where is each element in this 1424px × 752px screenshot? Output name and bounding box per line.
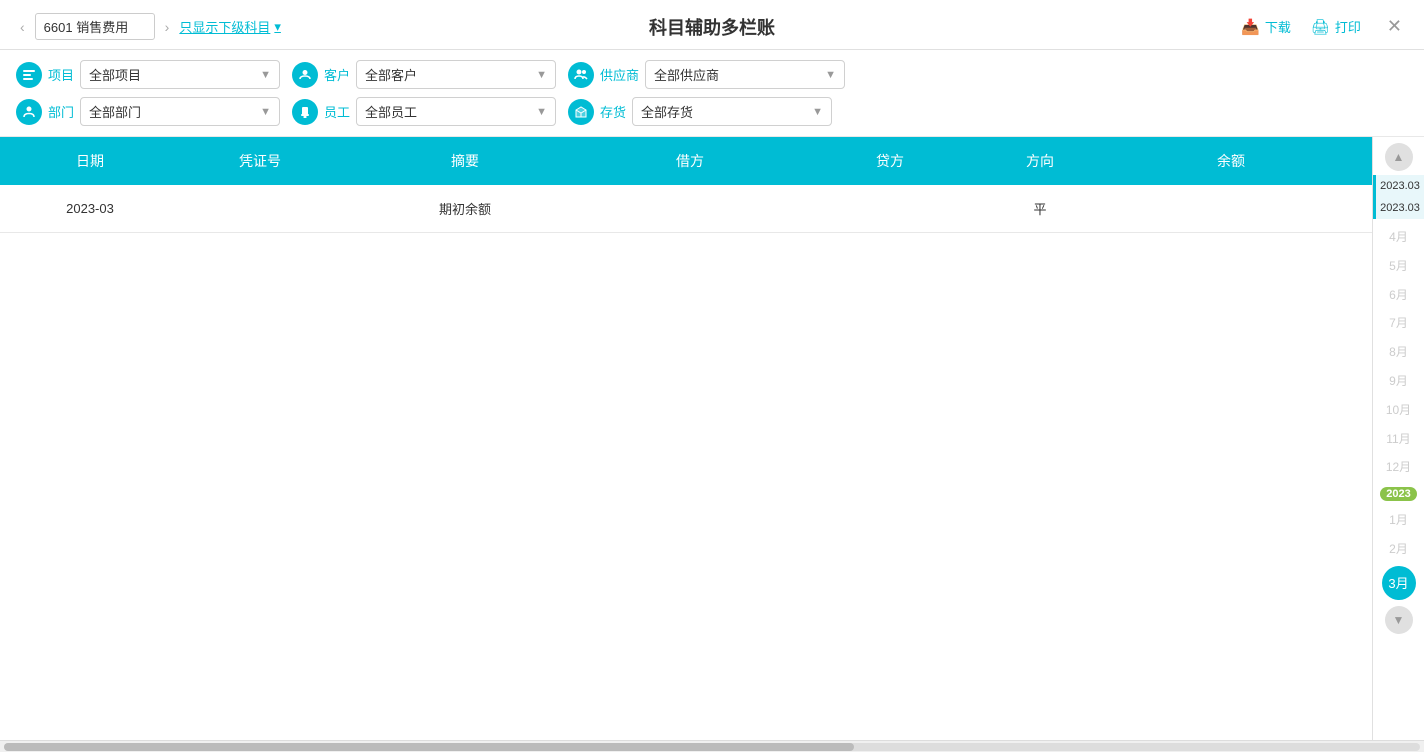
sidebar-month-1[interactable]: 1月 xyxy=(1373,506,1424,535)
download-button[interactable]: 📥 下载 xyxy=(1241,17,1291,36)
col-header-debit: 借方 xyxy=(590,137,790,185)
customer-label: 客户 xyxy=(324,65,350,84)
table-row: 2023-03 期初余额 平 xyxy=(0,185,1372,233)
filter-area: 项目 全部项目 ▼ 客户 全部客户 ▼ xyxy=(0,50,1424,137)
cell-date: 2023-03 xyxy=(0,185,180,233)
employee-label: 员工 xyxy=(324,102,350,121)
sidebar-month-4[interactable]: 4月 xyxy=(1373,223,1424,252)
customer-icon xyxy=(292,62,318,88)
col-header-balance: 余额 xyxy=(1090,137,1372,185)
cell-balance xyxy=(1090,185,1372,233)
chevron-down-icon: ▼ xyxy=(260,106,271,118)
col-header-credit: 贷方 xyxy=(790,137,990,185)
project-icon xyxy=(16,62,42,88)
filter-department: 部门 全部部门 ▼ xyxy=(16,97,280,126)
sidebar-period-1[interactable]: 2023.03 xyxy=(1373,175,1424,197)
horizontal-scrollbar[interactable] xyxy=(0,740,1424,752)
supplier-select[interactable]: 全部供应商 ▼ xyxy=(645,60,845,89)
filter-row-1: 项目 全部项目 ▼ 客户 全部客户 ▼ xyxy=(16,60,1408,89)
filter-customer: 客户 全部客户 ▼ xyxy=(292,60,556,89)
supplier-label: 供应商 xyxy=(600,65,639,84)
filter-supplier: 供应商 全部供应商 ▼ xyxy=(568,60,845,89)
sidebar-period-2[interactable]: 2023.03 xyxy=(1373,197,1424,219)
inventory-select[interactable]: 全部存货 ▼ xyxy=(632,97,832,126)
title-actions: 📥 下载 🖨 打印 ✕ xyxy=(1241,14,1408,39)
employee-icon xyxy=(292,99,318,125)
sidebar-down-arrow[interactable]: ▼ xyxy=(1385,606,1413,634)
col-header-summary: 摘要 xyxy=(340,137,590,185)
scroll-thumb[interactable] xyxy=(4,743,854,751)
cell-debit xyxy=(590,185,790,233)
sidebar-month-3-active[interactable]: 3月 xyxy=(1382,566,1416,600)
department-select[interactable]: 全部部门 ▼ xyxy=(80,97,280,126)
close-button[interactable]: ✕ xyxy=(1381,14,1408,39)
col-header-date: 日期 xyxy=(0,137,180,185)
chevron-down-icon: ▼ xyxy=(260,69,271,81)
main-window: ‹ 6601 销售费用 › 只显示下级科目 ▾ 科目辅助多栏账 📥 下载 🖨 打… xyxy=(0,0,1424,752)
page-title: 科目辅助多栏账 xyxy=(649,14,775,40)
col-header-direction: 方向 xyxy=(990,137,1090,185)
inventory-label: 存货 xyxy=(600,102,626,121)
title-bar: ‹ 6601 销售费用 › 只显示下级科目 ▾ 科目辅助多栏账 📥 下载 🖨 打… xyxy=(0,0,1424,50)
inventory-icon xyxy=(568,99,594,125)
account-code[interactable]: 6601 销售费用 xyxy=(35,13,155,40)
right-sidebar: ▲ 2023.03 2023.03 4月 5月 6月 7月 8月 9月 10月 … xyxy=(1372,137,1424,740)
table-header-row: 日期 凭证号 摘要 借方 贷方 方向 余额 xyxy=(0,137,1372,185)
supplier-icon xyxy=(568,62,594,88)
ledger-table: 日期 凭证号 摘要 借方 贷方 方向 余额 2023-03 期初余额 平 xyxy=(0,137,1372,233)
sidebar-month-7[interactable]: 7月 xyxy=(1373,309,1424,338)
table-container: 日期 凭证号 摘要 借方 贷方 方向 余额 2023-03 期初余额 平 ▲ xyxy=(0,137,1424,740)
main-table-area: 日期 凭证号 摘要 借方 贷方 方向 余额 2023-03 期初余额 平 xyxy=(0,137,1372,740)
sidebar-month-8[interactable]: 8月 xyxy=(1373,338,1424,367)
col-header-voucher: 凭证号 xyxy=(180,137,340,185)
sidebar-month-6[interactable]: 6月 xyxy=(1373,281,1424,310)
sidebar-month-12[interactable]: 12月 xyxy=(1373,453,1424,482)
department-label: 部门 xyxy=(48,102,74,121)
filter-project: 项目 全部项目 ▼ xyxy=(16,60,280,89)
project-select[interactable]: 全部项目 ▼ xyxy=(80,60,280,89)
cell-voucher xyxy=(180,185,340,233)
chevron-down-icon: ▼ xyxy=(536,106,547,118)
department-icon xyxy=(16,99,42,125)
filter-inventory: 存货 全部存货 ▼ xyxy=(568,97,832,126)
sidebar-up-arrow[interactable]: ▲ xyxy=(1385,143,1413,171)
project-label: 项目 xyxy=(48,65,74,84)
print-icon: 🖨 xyxy=(1311,18,1330,36)
sidebar-month-5[interactable]: 5月 xyxy=(1373,252,1424,281)
sidebar-month-10[interactable]: 10月 xyxy=(1373,396,1424,425)
year-badge: 2023 xyxy=(1380,487,1416,501)
chevron-down-icon: ▾ xyxy=(274,19,281,35)
print-button[interactable]: 🖨 打印 xyxy=(1311,17,1361,36)
title-left: ‹ 6601 销售费用 › 只显示下级科目 ▾ xyxy=(16,13,281,40)
filter-employee: 员工 全部员工 ▼ xyxy=(292,97,556,126)
nav-prev-arrow[interactable]: ‹ xyxy=(16,17,29,37)
customer-select[interactable]: 全部客户 ▼ xyxy=(356,60,556,89)
sidebar-month-2[interactable]: 2月 xyxy=(1373,535,1424,564)
filter-row-2: 部门 全部部门 ▼ 员工 全部员工 ▼ xyxy=(16,97,1408,126)
chevron-down-icon: ▼ xyxy=(536,69,547,81)
chevron-down-icon: ▼ xyxy=(825,69,836,81)
nav-next-arrow[interactable]: › xyxy=(161,17,174,37)
download-icon: 📥 xyxy=(1241,18,1260,36)
year-badge-container: 2023 xyxy=(1380,485,1416,503)
chevron-down-icon: ▼ xyxy=(812,106,823,118)
scroll-track xyxy=(4,743,1420,751)
cell-summary: 期初余额 xyxy=(340,185,590,233)
cell-direction: 平 xyxy=(990,185,1090,233)
cell-credit xyxy=(790,185,990,233)
sidebar-month-9[interactable]: 9月 xyxy=(1373,367,1424,396)
employee-select[interactable]: 全部员工 ▼ xyxy=(356,97,556,126)
show-sub-button[interactable]: 只显示下级科目 ▾ xyxy=(179,17,281,36)
sidebar-month-11[interactable]: 11月 xyxy=(1373,425,1424,454)
